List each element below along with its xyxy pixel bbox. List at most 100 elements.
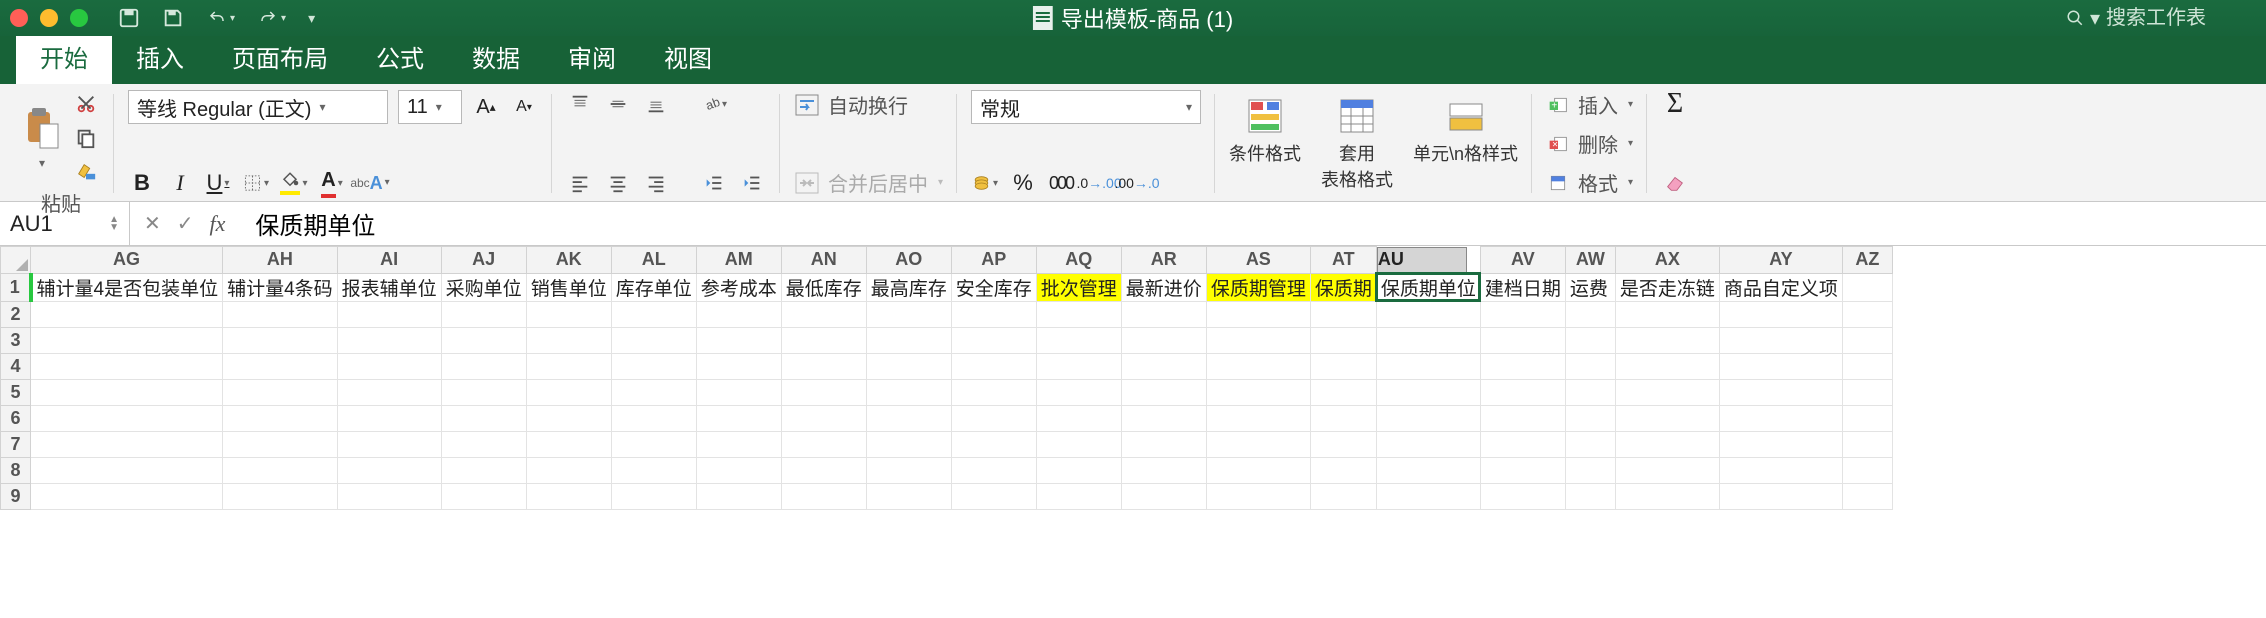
- cell[interactable]: [866, 431, 951, 457]
- cell[interactable]: [1206, 379, 1310, 405]
- cell[interactable]: [1719, 379, 1842, 405]
- cell[interactable]: [1719, 405, 1842, 431]
- row-header[interactable]: 4: [1, 353, 31, 379]
- cell[interactable]: [223, 431, 338, 457]
- cell[interactable]: [1480, 405, 1565, 431]
- cell[interactable]: [1480, 431, 1565, 457]
- cell[interactable]: [1310, 301, 1376, 327]
- cell[interactable]: [441, 405, 526, 431]
- cell[interactable]: [1036, 353, 1121, 379]
- cell[interactable]: [1719, 327, 1842, 353]
- cell[interactable]: 保质期: [1310, 273, 1376, 301]
- undo-icon[interactable]: ▾: [206, 9, 235, 27]
- borders-button[interactable]: ▾: [242, 169, 270, 197]
- cell[interactable]: [866, 301, 951, 327]
- autosum-button[interactable]: Σ: [1661, 90, 1689, 118]
- sheet-search[interactable]: ▾: [2066, 6, 2256, 31]
- customize-qat-icon[interactable]: ▾: [308, 10, 315, 27]
- cell[interactable]: [223, 353, 338, 379]
- cell[interactable]: [866, 327, 951, 353]
- redo-icon[interactable]: ▾: [257, 9, 286, 27]
- align-right-button[interactable]: [642, 169, 670, 197]
- tab-data[interactable]: 数据: [448, 29, 544, 84]
- cell[interactable]: [337, 379, 441, 405]
- cell[interactable]: [223, 457, 338, 483]
- cell[interactable]: [1615, 405, 1719, 431]
- minimize-window-icon[interactable]: [40, 9, 58, 27]
- cell[interactable]: [337, 431, 441, 457]
- cell[interactable]: [337, 405, 441, 431]
- cell[interactable]: [611, 327, 696, 353]
- tab-formulas[interactable]: 公式: [352, 29, 448, 84]
- cell[interactable]: [781, 379, 866, 405]
- insert-cells-button[interactable]: + 插入▾: [1546, 90, 1633, 119]
- cell[interactable]: [526, 327, 611, 353]
- font-size-selector[interactable]: 11▾: [398, 90, 462, 124]
- cell[interactable]: 批次管理: [1036, 273, 1121, 301]
- clear-button[interactable]: [1661, 169, 1689, 197]
- cell[interactable]: [866, 483, 951, 509]
- cell[interactable]: [1310, 483, 1376, 509]
- cell[interactable]: [781, 327, 866, 353]
- cell[interactable]: 运费: [1565, 273, 1615, 301]
- increase-font-button[interactable]: A▴: [472, 93, 500, 121]
- wrap-text-toggle[interactable]: 自动换行: [794, 90, 943, 119]
- cell[interactable]: [1480, 327, 1565, 353]
- cell[interactable]: [1842, 457, 1892, 483]
- cell[interactable]: 保质期管理: [1206, 273, 1310, 301]
- row-header[interactable]: 3: [1, 327, 31, 353]
- maximize-window-icon[interactable]: [70, 9, 88, 27]
- cell[interactable]: [441, 353, 526, 379]
- cell[interactable]: [1842, 483, 1892, 509]
- cell[interactable]: 商品自定义项: [1719, 273, 1842, 301]
- row-header[interactable]: 1: [1, 273, 31, 301]
- cell[interactable]: [1036, 483, 1121, 509]
- cell[interactable]: [1615, 431, 1719, 457]
- cell[interactable]: [1842, 379, 1892, 405]
- font-name-selector[interactable]: 等线 Regular (正文)▾: [128, 90, 388, 124]
- column-header[interactable]: AM: [696, 247, 781, 274]
- column-header[interactable]: AS: [1206, 247, 1310, 274]
- sheet-search-input[interactable]: [2106, 7, 2256, 30]
- cell[interactable]: [611, 301, 696, 327]
- cell[interactable]: [1206, 353, 1310, 379]
- column-header[interactable]: AJ: [441, 247, 526, 274]
- close-window-icon[interactable]: [10, 9, 28, 27]
- align-bottom-button[interactable]: [642, 90, 670, 118]
- formula-input[interactable]: [247, 210, 2266, 238]
- cell[interactable]: [1719, 301, 1842, 327]
- column-header[interactable]: AH: [223, 247, 338, 274]
- column-header[interactable]: AG: [31, 247, 223, 274]
- cell[interactable]: [441, 301, 526, 327]
- cell[interactable]: [1121, 301, 1206, 327]
- conditional-format-button[interactable]: 条件格式: [1229, 96, 1301, 166]
- cell[interactable]: [696, 457, 781, 483]
- cell[interactable]: [223, 405, 338, 431]
- cell[interactable]: [1565, 483, 1615, 509]
- cell[interactable]: [1842, 353, 1892, 379]
- cell[interactable]: [1036, 405, 1121, 431]
- cell[interactable]: [1615, 483, 1719, 509]
- cell[interactable]: [781, 431, 866, 457]
- increase-indent-button[interactable]: [738, 169, 766, 197]
- cell[interactable]: [611, 431, 696, 457]
- row-header[interactable]: 8: [1, 457, 31, 483]
- percent-button[interactable]: %: [1009, 169, 1037, 197]
- column-header[interactable]: AN: [781, 247, 866, 274]
- cell[interactable]: [223, 483, 338, 509]
- cell[interactable]: [781, 457, 866, 483]
- cell[interactable]: [1565, 327, 1615, 353]
- cell[interactable]: [611, 379, 696, 405]
- cell[interactable]: [1206, 405, 1310, 431]
- orientation-button[interactable]: ab▾: [700, 90, 728, 118]
- cell[interactable]: [951, 483, 1036, 509]
- cell[interactable]: [441, 379, 526, 405]
- save-icon[interactable]: [162, 7, 184, 29]
- column-header[interactable]: AU: [1377, 247, 1467, 273]
- cell[interactable]: [1036, 379, 1121, 405]
- paste-button[interactable]: ▾: [22, 106, 62, 170]
- cell[interactable]: [1121, 483, 1206, 509]
- column-header[interactable]: AK: [526, 247, 611, 274]
- cell[interactable]: [1480, 379, 1565, 405]
- cell[interactable]: [1719, 457, 1842, 483]
